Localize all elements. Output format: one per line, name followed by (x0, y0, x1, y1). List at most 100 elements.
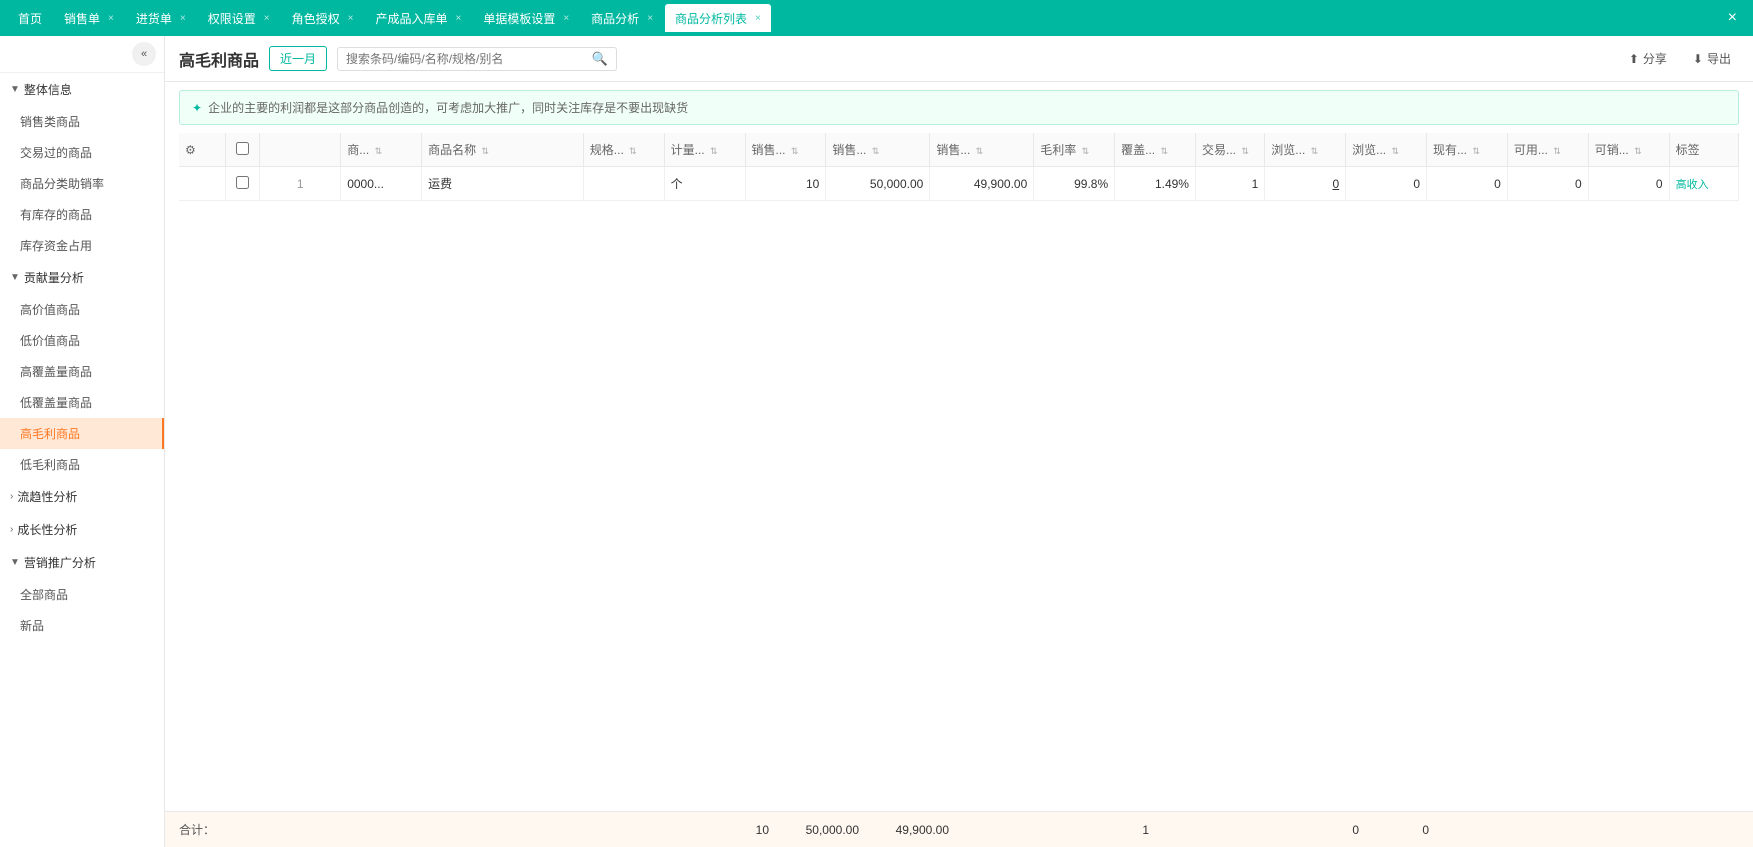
page-title: 高毛利商品 (179, 47, 259, 71)
th-spec[interactable]: 规格... ⇅ (583, 133, 664, 167)
search-input[interactable] (346, 52, 586, 66)
sidebar-item-new-goods[interactable]: 新品 (0, 610, 164, 641)
sidebar-item-high-margin[interactable]: 高毛利商品 (0, 418, 164, 449)
sidebar-group-trend[interactable]: › 流趋性分析 (0, 480, 164, 513)
sort-code-icon[interactable]: ⇅ (375, 146, 383, 156)
sidebar-item-stock-capital[interactable]: 库存资金占用 (0, 230, 164, 261)
cell-name: 运费 (422, 167, 584, 201)
sidebar: « ▼ 整体信息 销售类商品 交易过的商品 商品分类助销率 有库存的商品 库存资… (0, 36, 165, 847)
sidebar-item-high-value[interactable]: 高价值商品 (0, 294, 164, 325)
cell-gross-margin: 99.8% (1034, 167, 1115, 201)
cell-checkbox[interactable] (225, 167, 260, 201)
sort-coverage-icon[interactable]: ⇅ (1160, 146, 1168, 156)
th-coverage[interactable]: 覆盖... ⇅ (1115, 133, 1196, 167)
sidebar-item-category-rate[interactable]: 商品分类助销率 (0, 168, 164, 199)
sidebar-item-low-value[interactable]: 低价值商品 (0, 325, 164, 356)
th-stock-available[interactable]: 可用... ⇅ (1507, 133, 1588, 167)
info-banner: ✦ 企业的主要的利润都是这部分商品创造的，可考虑加大推广，同时关注库存是不要出现… (179, 90, 1739, 125)
footer-trade: 1 (1089, 823, 1149, 837)
sidebar-item-traded-goods[interactable]: 交易过的商品 (0, 137, 164, 168)
sidebar-group-growth[interactable]: › 成长性分析 (0, 513, 164, 546)
nav-sales[interactable]: 销售单 × (54, 4, 124, 32)
cell-sale-amount: 50,000.00 (826, 167, 930, 201)
sort-sale-amount-icon[interactable]: ⇅ (872, 146, 880, 156)
table-row: 1 0000... 运费 个 10 50,000.00 49,900.00 99… (179, 167, 1739, 201)
cell-seq: 1 (260, 167, 341, 201)
cell-tag: 高收入 (1669, 167, 1738, 201)
th-trade[interactable]: 交易... ⇅ (1195, 133, 1264, 167)
sort-view2-icon[interactable]: ⇅ (1392, 146, 1400, 156)
top-nav: 首页 销售单 × 进货单 × 权限设置 × 角色授权 × 产成品入库单 × 单据… (0, 0, 1753, 36)
th-view2[interactable]: 浏览... ⇅ (1346, 133, 1427, 167)
footer-sale-cost: 49,900.00 (859, 823, 949, 837)
th-stock-saleable[interactable]: 可销... ⇅ (1588, 133, 1669, 167)
th-tag: 标签 (1669, 133, 1738, 167)
close-inbound-icon[interactable]: × (455, 13, 461, 24)
share-btn[interactable]: ⬆ 分享 (1621, 46, 1675, 71)
sidebar-collapse-btn[interactable]: « (132, 42, 156, 66)
th-name[interactable]: 商品名称 ⇅ (422, 133, 584, 167)
sidebar-item-all-goods[interactable]: 全部商品 (0, 579, 164, 610)
sidebar-item-high-coverage[interactable]: 高覆盖量商品 (0, 356, 164, 387)
sort-stock-saleable-icon[interactable]: ⇅ (1634, 146, 1642, 156)
table-header-row: ⚙ 商... ⇅ 商品名称 ⇅ (179, 133, 1739, 167)
content-area: 高毛利商品 近一月 🔍 ⬆ 分享 ⬇ 导出 ✦ 企业的主要的利润都是这部分商品创… (165, 36, 1753, 847)
th-sale-qty[interactable]: 销售... ⇅ (745, 133, 826, 167)
sort-trade-icon[interactable]: ⇅ (1241, 146, 1249, 156)
nav-roles[interactable]: 角色授权 × (282, 4, 364, 32)
nav-product-analysis-list[interactable]: 商品分析列表 × (665, 4, 771, 32)
close-template-icon[interactable]: × (563, 13, 569, 24)
nav-template[interactable]: 单据模板设置 × (473, 4, 579, 32)
sidebar-item-in-stock[interactable]: 有库存的商品 (0, 199, 164, 230)
nav-product-analysis[interactable]: 商品分析 × (581, 4, 663, 32)
th-stock-current[interactable]: 现有... ⇅ (1427, 133, 1508, 167)
close-purchase-icon[interactable]: × (180, 13, 186, 24)
cell-view1[interactable]: 0 (1265, 167, 1346, 201)
cell-settings (179, 167, 225, 201)
sidebar-group-overall[interactable]: ▼ 整体信息 (0, 73, 164, 106)
row-checkbox[interactable] (236, 176, 249, 189)
sort-view1-icon[interactable]: ⇅ (1311, 146, 1319, 156)
close-product-analysis-list-icon[interactable]: × (755, 13, 761, 24)
th-sale-cost[interactable]: 销售... ⇅ (930, 133, 1034, 167)
close-permissions-icon[interactable]: × (264, 13, 270, 24)
th-gross-margin[interactable]: 毛利率 ⇅ (1034, 133, 1115, 167)
footer-sale-qty: 10 (699, 823, 769, 837)
sidebar-item-low-coverage[interactable]: 低覆盖量商品 (0, 387, 164, 418)
sort-spec-icon[interactable]: ⇅ (629, 146, 637, 156)
sidebar-group-contribution[interactable]: ▼ 贡献量分析 (0, 261, 164, 294)
export-btn[interactable]: ⬇ 导出 (1685, 46, 1739, 71)
arrow-growth-icon: › (10, 524, 13, 535)
close-sales-icon[interactable]: × (108, 13, 114, 24)
sort-sale-cost-icon[interactable]: ⇅ (976, 146, 984, 156)
sort-stock-available-icon[interactable]: ⇅ (1553, 146, 1561, 156)
th-settings[interactable]: ⚙ (179, 133, 225, 167)
footer-sale-amount: 50,000.00 (769, 823, 859, 837)
sort-stock-current-icon[interactable]: ⇅ (1472, 146, 1480, 156)
th-unit[interactable]: 计量... ⇅ (664, 133, 745, 167)
sort-name-icon[interactable]: ⇅ (481, 146, 489, 156)
date-filter-btn[interactable]: 近一月 (269, 46, 327, 71)
select-all-checkbox[interactable] (236, 142, 249, 155)
nav-permissions[interactable]: 权限设置 × (198, 4, 280, 32)
sidebar-item-low-margin[interactable]: 低毛利商品 (0, 449, 164, 480)
close-product-analysis-icon[interactable]: × (647, 13, 653, 24)
search-icon[interactable]: 🔍 (592, 51, 608, 67)
th-sale-amount[interactable]: 销售... ⇅ (826, 133, 930, 167)
sidebar-item-sale-goods[interactable]: 销售类商品 (0, 106, 164, 137)
nav-purchase[interactable]: 进货单 × (126, 4, 196, 32)
sort-sale-qty-icon[interactable]: ⇅ (791, 146, 799, 156)
cell-sale-cost: 49,900.00 (930, 167, 1034, 201)
nav-inbound[interactable]: 产成品入库单 × (365, 4, 471, 32)
arrow-trend-icon: › (10, 491, 13, 502)
th-view1[interactable]: 浏览... ⇅ (1265, 133, 1346, 167)
close-roles-icon[interactable]: × (348, 13, 354, 24)
sort-unit-icon[interactable]: ⇅ (710, 146, 718, 156)
th-code[interactable]: 商... ⇅ (341, 133, 422, 167)
th-checkbox[interactable] (225, 133, 260, 167)
sidebar-group-marketing[interactable]: ▼ 营销推广分析 (0, 546, 164, 579)
window-close-icon[interactable]: × (1720, 9, 1745, 27)
nav-home[interactable]: 首页 (8, 4, 52, 32)
sort-gross-margin-icon[interactable]: ⇅ (1082, 146, 1090, 156)
cell-sale-qty: 10 (745, 167, 826, 201)
